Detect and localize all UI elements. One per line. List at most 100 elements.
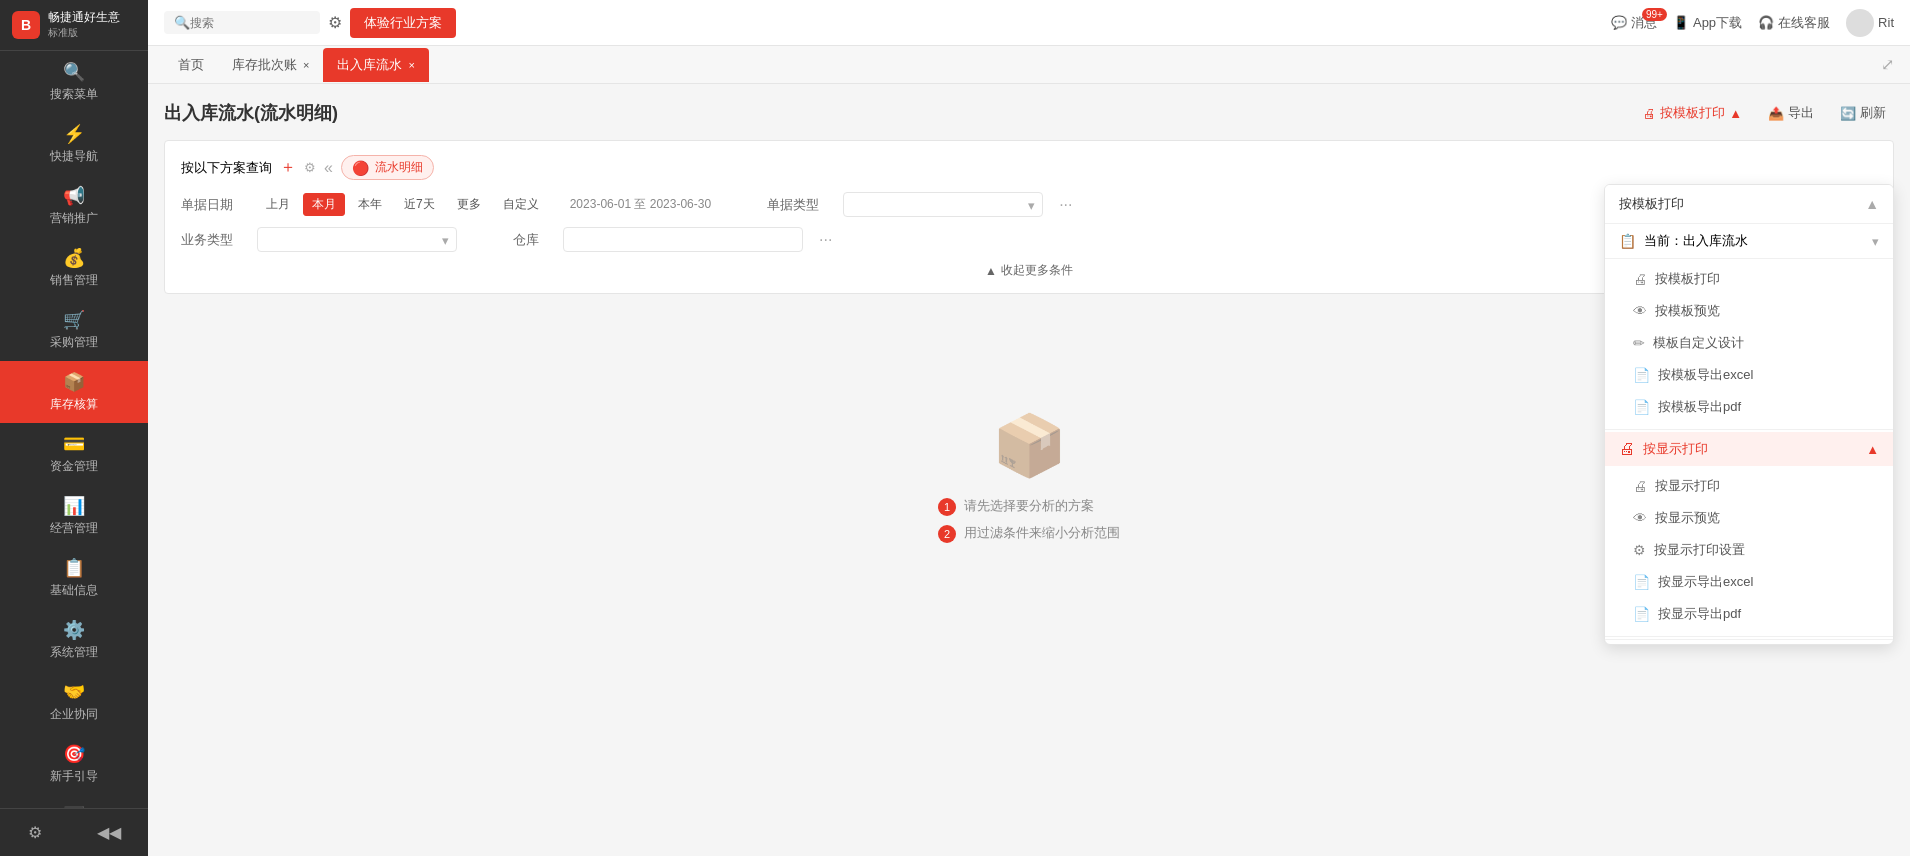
dropdown-current-item[interactable]: 📋 当前：出入库流水 ▾ xyxy=(1605,224,1893,259)
dropdown-template-print-btn[interactable]: 🖨 按模板打印 xyxy=(1605,263,1893,295)
sidebar-item-label-finance: 资金管理 xyxy=(50,458,98,475)
dropdown-display-settings-btn[interactable]: ⚙ 按显示打印设置 xyxy=(1605,534,1893,566)
biz-type-select[interactable] xyxy=(257,227,457,252)
tab-expand-icon[interactable]: ⤢ xyxy=(1881,55,1894,74)
trial-industry-button[interactable]: 体验行业方案 xyxy=(350,8,456,38)
dropdown-display-preview-btn[interactable]: 👁 按显示预览 xyxy=(1605,502,1893,534)
chevron-up-icon: ▲ xyxy=(1729,106,1742,121)
message-icon: 💬 xyxy=(1611,15,1627,30)
sidebar-item-inventory[interactable]: 📦 库存核算 xyxy=(0,361,148,423)
dropdown-header: 按模板打印 ▲ xyxy=(1605,185,1893,224)
dropdown-display-section-header[interactable]: 🖨 按显示打印 ▲ xyxy=(1605,432,1893,466)
empty-state-icon: 📦 xyxy=(992,410,1067,481)
warehouse-more-btn[interactable]: ··· xyxy=(819,231,832,249)
sidebar-item-system[interactable]: ⚙️ 系统管理 xyxy=(0,609,148,671)
filter-chip[interactable]: 🔴 流水明细 xyxy=(341,155,434,180)
excel-icon: 📄 xyxy=(1633,367,1650,383)
sidebar-item-purchase[interactable]: 🛒 采购管理 xyxy=(0,299,148,361)
date-btn-week[interactable]: 近7天 xyxy=(395,193,444,216)
filter-setting-btn[interactable]: ⚙ xyxy=(304,160,316,175)
sidebar-item-label-purchase: 采购管理 xyxy=(50,334,98,351)
sidebar-collapse-btn[interactable]: ◀◀ xyxy=(89,819,129,846)
tab-label-home: 首页 xyxy=(178,56,204,74)
sidebar-settings-btn[interactable]: ⚙ xyxy=(20,819,50,846)
basics-icon: 📋 xyxy=(63,557,85,579)
refresh-action-btn[interactable]: 🔄 刷新 xyxy=(1832,100,1894,126)
dropdown-template-preview-btn[interactable]: 👁 按模板预览 xyxy=(1605,295,1893,327)
topbar-right-section: 💬 消息 99+ 📱 App下载 🎧 在线客服 Rit xyxy=(1611,9,1894,37)
dropdown-display-print-btn[interactable]: 🖨 按显示打印 xyxy=(1605,470,1893,502)
date-btn-more[interactable]: 更多 xyxy=(448,193,490,216)
empty-steps-list: 1 请先选择要分析的方案 2 用过滤条件来缩小分析范围 xyxy=(938,497,1120,551)
app-logo-icon: B xyxy=(12,11,40,39)
warehouse-input[interactable] xyxy=(563,227,803,252)
dropdown-template-pdf-btn[interactable]: 📄 按模板导出pdf xyxy=(1605,391,1893,423)
quicknav-icon: ⚡ xyxy=(63,123,85,145)
warehouse-label: 仓库 xyxy=(513,231,539,249)
date-btn-year[interactable]: 本年 xyxy=(349,193,391,216)
sidebar-item-operations[interactable]: 📊 经营管理 xyxy=(0,485,148,547)
dropdown-current-arrow: ▾ xyxy=(1872,234,1879,249)
date-btn-custom[interactable]: 自定义 xyxy=(494,193,548,216)
search-icon: 🔍 xyxy=(63,61,85,83)
sidebar-item-basics[interactable]: 📋 基础信息 xyxy=(0,547,148,609)
display-pdf-icon: 📄 xyxy=(1633,606,1650,622)
doc-type-label: 单据类型 xyxy=(767,196,819,214)
biz-type-select-wrap xyxy=(257,227,457,252)
sidebar-item-label-marketing: 营销推广 xyxy=(50,210,98,227)
display-preview-icon: 👁 xyxy=(1633,510,1647,526)
date-btn-prev[interactable]: 上月 xyxy=(257,193,299,216)
topbar-app-download-btn[interactable]: 📱 App下载 xyxy=(1673,14,1742,32)
doc-type-more-btn[interactable]: ··· xyxy=(1059,196,1072,214)
dropdown-display-pdf-btn[interactable]: 📄 按显示导出pdf xyxy=(1605,598,1893,630)
export-action-btn[interactable]: 📤 导出 xyxy=(1760,100,1822,126)
search-input[interactable] xyxy=(190,16,310,30)
dropdown-set-default-btn[interactable]: ⚙ 设置默认功能 ▾ xyxy=(1605,639,1893,644)
doc-type-select[interactable] xyxy=(843,192,1043,217)
sidebar-item-search[interactable]: 🔍 搜索菜单 xyxy=(0,51,148,113)
sidebar-item-label-basics: 基础信息 xyxy=(50,582,98,599)
filter-add-btn[interactable]: ＋ xyxy=(280,157,296,178)
tab-batch[interactable]: 库存批次账 × xyxy=(218,48,323,82)
preview-icon: 👁 xyxy=(1633,303,1647,319)
dropdown-template-excel-btn[interactable]: 📄 按模板导出excel xyxy=(1605,359,1893,391)
doc-type-select-wrap xyxy=(843,192,1043,217)
newbie-icon: 🎯 xyxy=(63,743,85,765)
sidebar-item-corp[interactable]: 🤝 企业协同 xyxy=(0,671,148,733)
topbar-search-box[interactable]: 🔍 xyxy=(164,11,320,34)
filter-collapse-left-btn[interactable]: « xyxy=(324,159,333,177)
dropdown-template-custom-btn[interactable]: ✏ 模板自定义设计 xyxy=(1605,327,1893,359)
topbar-online-service-btn[interactable]: 🎧 在线客服 xyxy=(1758,14,1830,32)
print-icon: 🖨 xyxy=(1633,271,1647,287)
sidebar-item-quicknav[interactable]: ⚡ 快捷导航 xyxy=(0,113,148,175)
topbar-gear-icon[interactable]: ⚙ xyxy=(328,13,342,32)
date-btn-cur[interactable]: 本月 xyxy=(303,193,345,216)
sidebar-item-sales[interactable]: 💰 销售管理 xyxy=(0,237,148,299)
user-name: Rit xyxy=(1878,15,1894,30)
tab-home[interactable]: 首页 xyxy=(164,48,218,82)
tab-label-batch: 库存批次账 xyxy=(232,56,297,74)
dropdown-title: 按模板打印 xyxy=(1619,195,1684,213)
sidebar-item-marketing[interactable]: 📢 营销推广 xyxy=(0,175,148,237)
topbar-user-area[interactable]: Rit xyxy=(1846,9,1894,37)
dropdown-display-excel-btn[interactable]: 📄 按显示导出excel xyxy=(1605,566,1893,598)
tab-close-batch[interactable]: × xyxy=(303,59,309,71)
dropdown-display-section-label: 按显示打印 xyxy=(1643,440,1708,458)
sidebar-item-label-quicknav: 快捷导航 xyxy=(50,148,98,165)
sidebar-item-label-search: 搜索菜单 xyxy=(50,86,98,103)
sidebar-item-appcenter[interactable]: 🔲 应用中心 xyxy=(0,795,148,808)
biz-type-label: 业务类型 xyxy=(181,231,233,249)
template-print-action-btn[interactable]: 🖨 按模板打印 ▲ xyxy=(1635,100,1750,126)
tab-flow[interactable]: 出入库流水× xyxy=(323,48,428,82)
topbar-message-btn[interactable]: 💬 消息 99+ xyxy=(1611,14,1657,32)
filter-title-text: 按以下方案查询 xyxy=(181,159,272,177)
sidebar-item-label-operations: 经营管理 xyxy=(50,520,98,537)
sidebar-item-finance[interactable]: 💳 资金管理 xyxy=(0,423,148,485)
tab-close-flow[interactable]: × xyxy=(408,59,414,71)
sidebar-item-newbie[interactable]: 🎯 新手引导 xyxy=(0,733,148,795)
app-logo-text: 畅捷通好生意 标准版 xyxy=(48,10,120,40)
user-avatar xyxy=(1846,9,1874,37)
dropdown-scroll-up-btn[interactable]: ▲ xyxy=(1865,196,1879,212)
corp-icon: 🤝 xyxy=(63,681,85,703)
page-title-bar: 出入库流水(流水明细) 🖨 按模板打印 ▲ 📤 导出 🔄 刷新 xyxy=(164,100,1894,126)
